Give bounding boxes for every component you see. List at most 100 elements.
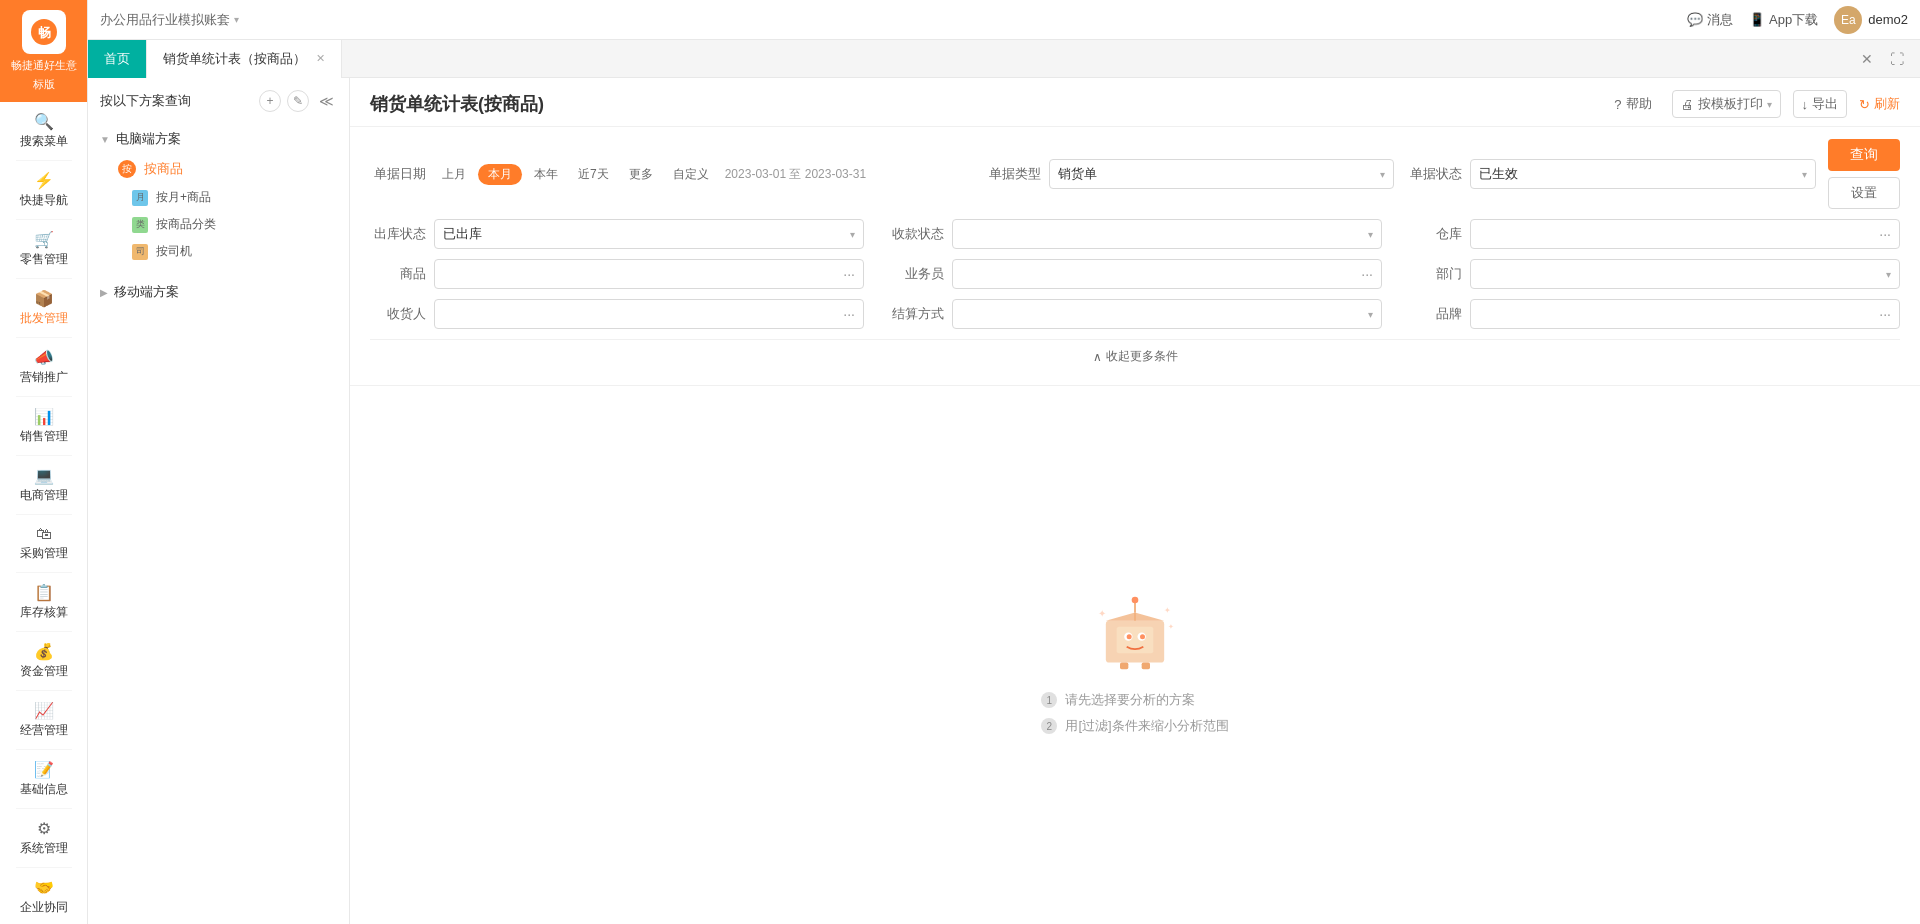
user-menu[interactable]: Ea demo2 <box>1834 6 1908 34</box>
print-button[interactable]: 🖨 按模板打印 ▾ <box>1672 90 1781 118</box>
doc-status-value: 已生效 <box>1479 165 1518 183</box>
pc-group-arrow-icon: ▼ <box>100 134 110 145</box>
sales-input[interactable]: ··· <box>952 259 1382 289</box>
product-dots-icon[interactable]: ··· <box>843 266 855 282</box>
query-button[interactable]: 查询 <box>1828 139 1900 171</box>
date-label: 单据日期 <box>370 165 426 183</box>
sidebar-item-retail[interactable]: 🛒 零售管理 <box>16 220 72 279</box>
tab-report[interactable]: 销货单统计表（按商品） ✕ <box>147 40 342 78</box>
filter-row-1: 单据日期 上月 本月 本年 近7天 更多 自定义 2023-03-01 至 20… <box>370 139 1900 209</box>
app-logo[interactable]: 畅 畅捷通好生意 标版 <box>0 0 87 102</box>
warehouse-dots-icon[interactable]: ··· <box>1879 226 1891 242</box>
scheme-item-by-month-product[interactable]: 月 按月+商品 <box>88 184 349 211</box>
scheme-item-by-product[interactable]: 按 按商品 <box>88 154 349 184</box>
close-tab-icon[interactable]: ✕ <box>316 52 325 65</box>
sales-dots-icon[interactable]: ··· <box>1361 266 1373 282</box>
by-driver-label: 按司机 <box>156 243 192 260</box>
doc-status-select[interactable]: 已生效 ▾ <box>1470 159 1816 189</box>
quick-icon: ⚡ <box>34 171 54 190</box>
settings-button[interactable]: 设置 <box>1828 177 1900 209</box>
sidebar-item-basic[interactable]: 📝 基础信息 <box>16 750 72 809</box>
maximize-window-icon[interactable]: ⛶ <box>1886 48 1908 70</box>
date-tab-last-month[interactable]: 上月 <box>434 164 474 185</box>
help-button[interactable]: ? 帮助 <box>1606 91 1659 117</box>
consignee-dots-icon[interactable]: ··· <box>843 306 855 322</box>
date-tab-more[interactable]: 更多 <box>621 164 661 185</box>
scheme-item-by-category[interactable]: 类 按商品分类 <box>88 211 349 238</box>
sidebar-item-inventory[interactable]: 📋 库存核算 <box>16 573 72 632</box>
refresh-button[interactable]: ↻ 刷新 <box>1859 95 1900 113</box>
inventory-icon: 📋 <box>34 583 54 602</box>
finance-label: 资金管理 <box>20 663 68 680</box>
sidebar-item-system[interactable]: ⚙ 系统管理 <box>16 809 72 868</box>
date-tab-this-year[interactable]: 本年 <box>526 164 566 185</box>
by-driver-icon: 司 <box>132 244 148 260</box>
edit-scheme-button[interactable]: ✎ <box>287 90 309 112</box>
filter-row-3: 商品 ··· 业务员 ··· 部门 <box>370 259 1900 289</box>
sidebar-item-ops[interactable]: 📈 经营管理 <box>16 691 72 750</box>
consignee-input[interactable]: ··· <box>434 299 864 329</box>
sidebar-item-ecom[interactable]: 💻 电商管理 <box>16 456 72 515</box>
date-tab-this-month[interactable]: 本月 <box>478 164 522 185</box>
empty-illustration: ✦ ✦ ✦ <box>1085 575 1185 675</box>
sidebar-item-search[interactable]: 🔍 搜索菜单 <box>16 102 72 161</box>
purchase-icon: 🛍 <box>36 525 52 543</box>
out-status-filter-field: 出库状态 已出库 ▾ <box>370 219 864 249</box>
empty-tip-2: 2 用[过滤]条件来缩小分析范围 <box>1041 717 1228 735</box>
pc-scheme-group-header[interactable]: ▼ 电脑端方案 <box>88 124 349 154</box>
doc-type-label: 单据类型 <box>985 165 1041 183</box>
retail-icon: 🛒 <box>34 230 54 249</box>
collapse-scheme-button[interactable]: ≪ <box>315 90 337 112</box>
dept-select[interactable]: ▾ <box>1470 259 1900 289</box>
sidebar-item-quick[interactable]: ⚡ 快捷导航 <box>16 161 72 220</box>
tip-2-num: 2 <box>1041 718 1057 734</box>
product-input[interactable]: ··· <box>434 259 864 289</box>
brand-input[interactable]: ··· <box>1470 299 1900 329</box>
messages-button[interactable]: 💬 消息 <box>1687 11 1733 29</box>
out-status-arrow-icon: ▾ <box>850 229 855 240</box>
warehouse-input[interactable]: ··· <box>1470 219 1900 249</box>
quick-label: 快捷导航 <box>20 192 68 209</box>
date-filter-field: 单据日期 上月 本月 本年 近7天 更多 自定义 2023-03-01 至 20… <box>370 164 985 185</box>
date-tabs: 上月 本月 本年 近7天 更多 自定义 <box>434 164 717 185</box>
doc-type-arrow-icon: ▾ <box>1380 169 1385 180</box>
sidebar-item-wholesale[interactable]: 📦 批发管理 <box>16 279 72 338</box>
search-label: 搜索菜单 <box>20 133 68 150</box>
svg-rect-10 <box>1120 663 1128 670</box>
doc-status-filter-field: 单据状态 已生效 ▾ <box>1406 159 1816 189</box>
date-tab-7days[interactable]: 近7天 <box>570 164 617 185</box>
sidebar-item-sales[interactable]: 📊 销售管理 <box>16 397 72 456</box>
by-category-label: 按商品分类 <box>156 216 216 233</box>
out-status-select[interactable]: 已出库 ▾ <box>434 219 864 249</box>
sidebar-item-purchase[interactable]: 🛍 采购管理 <box>16 515 72 573</box>
payment-select[interactable]: ▾ <box>952 299 1382 329</box>
tabbar-maximize-area: ✕ ⛶ <box>1844 48 1920 70</box>
home-tab-label: 首页 <box>104 50 130 68</box>
collapse-up-icon: ∧ <box>1093 350 1102 364</box>
print-label: 按模板打印 <box>1698 95 1763 113</box>
industry-title[interactable]: 办公用品行业模拟账套 ▾ <box>100 11 239 29</box>
message-icon: 💬 <box>1687 12 1703 27</box>
mobile-scheme-group-header[interactable]: ▶ 移动端方案 <box>88 277 349 307</box>
collapse-more-button[interactable]: ∧ 收起更多条件 <box>370 339 1900 373</box>
add-scheme-button[interactable]: + <box>259 90 281 112</box>
app-download-button[interactable]: 📱 App下载 <box>1749 11 1818 29</box>
collect-status-arrow-icon: ▾ <box>1368 229 1373 240</box>
date-tab-custom[interactable]: 自定义 <box>665 164 717 185</box>
collect-status-filter-field: 收款状态 ▾ <box>888 219 1382 249</box>
export-button[interactable]: ↓ 导出 <box>1793 90 1848 118</box>
sidebar-item-finance[interactable]: 💰 资金管理 <box>16 632 72 691</box>
brand-dots-icon[interactable]: ··· <box>1879 306 1891 322</box>
empty-state: ✦ ✦ ✦ 1 请先选择要分析的方案 2 用[过滤]条件来缩小分析范围 <box>350 386 1920 924</box>
doc-type-select[interactable]: 销货单 ▾ <box>1049 159 1395 189</box>
sidebar-item-corp[interactable]: 🤝 企业协同 <box>16 868 72 924</box>
collect-status-select[interactable]: ▾ <box>952 219 1382 249</box>
scheme-item-by-driver[interactable]: 司 按司机 <box>88 238 349 265</box>
tab-home[interactable]: 首页 <box>88 40 147 78</box>
close-window-icon[interactable]: ✕ <box>1856 48 1878 70</box>
out-status-value: 已出库 <box>443 225 482 243</box>
sidebar-item-marketing[interactable]: 📣 营销推广 <box>16 338 72 397</box>
print-icon: 🖨 <box>1681 97 1694 112</box>
app-download-label: App下载 <box>1769 11 1818 29</box>
pc-scheme-group: ▼ 电脑端方案 按 按商品 月 按月+商品 类 按商品分类 司 按司机 <box>88 120 349 269</box>
